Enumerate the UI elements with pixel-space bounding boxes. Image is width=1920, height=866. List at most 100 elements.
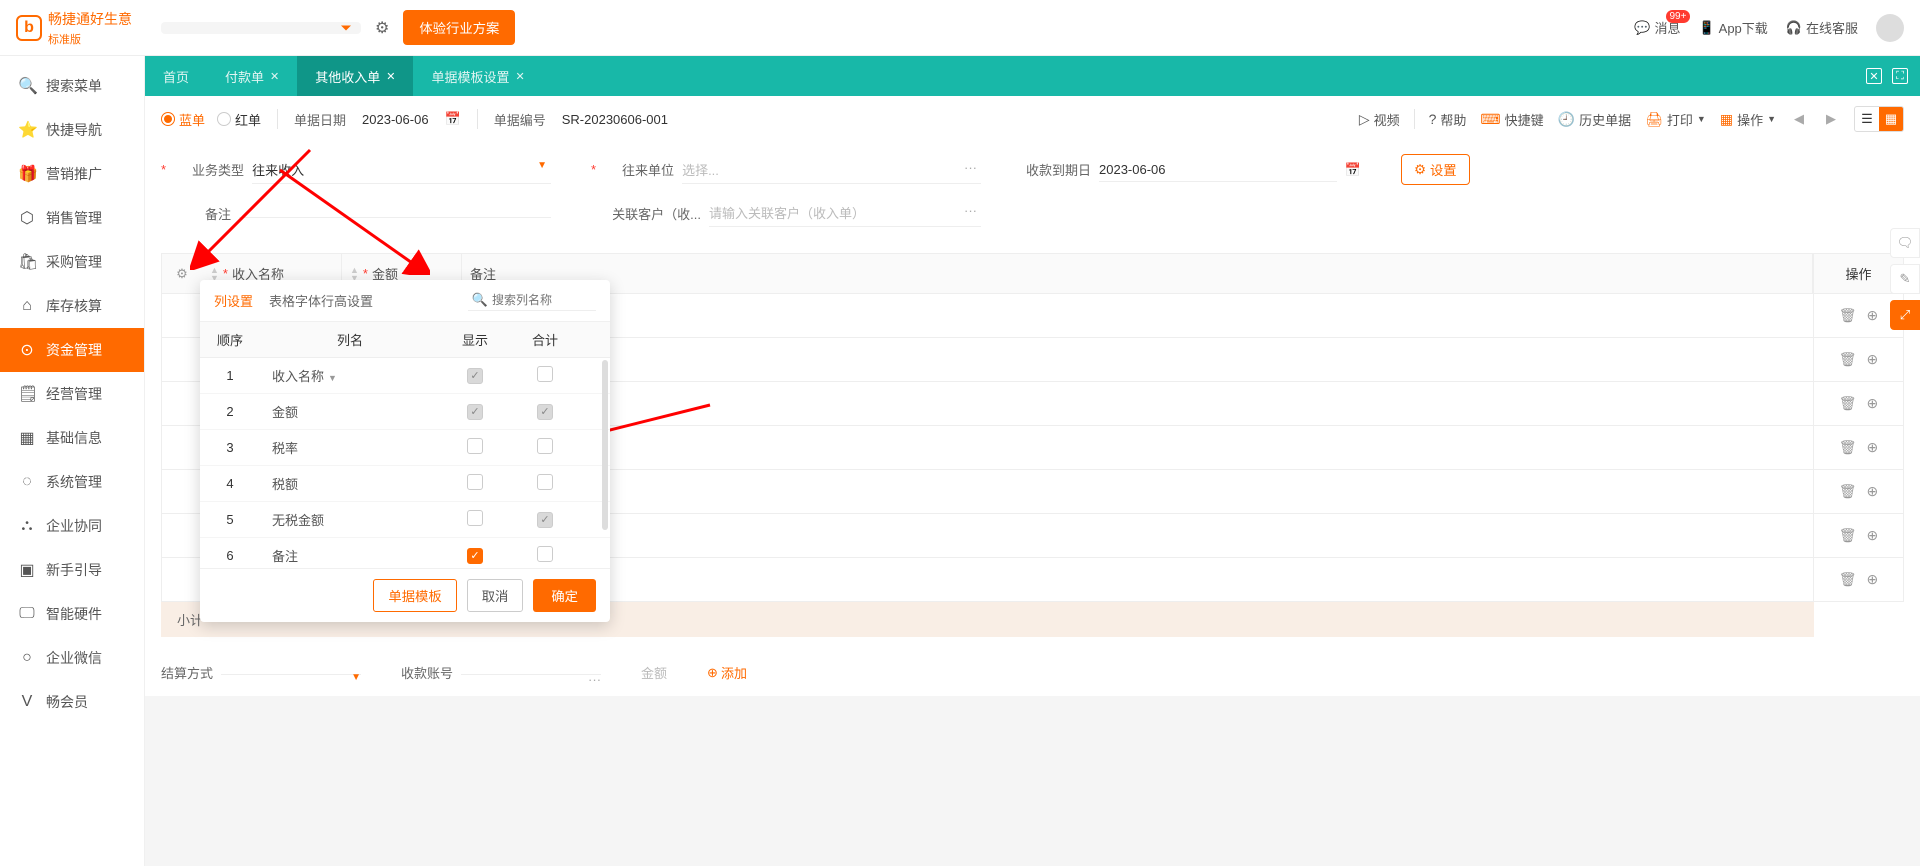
date-value: 2023-06-06 [362, 112, 429, 127]
checkbox[interactable] [537, 546, 553, 562]
tab[interactable]: 单据模板设置✕ [413, 56, 542, 96]
add-icon[interactable]: ⊕ [1867, 571, 1879, 588]
video-link[interactable]: ▷视频 [1359, 110, 1400, 129]
column-settings-gear-icon[interactable]: ⚙ [162, 254, 202, 293]
ops-row: 🗑⊕ [1814, 338, 1904, 382]
ops-row: 🗑⊕ [1814, 382, 1904, 426]
checkbox[interactable] [467, 438, 483, 454]
print-link[interactable]: 🖨打印▼ [1645, 110, 1706, 129]
checkbox[interactable] [467, 368, 483, 384]
biz-type-label: 业务类型 [174, 160, 244, 179]
rail-note-icon[interactable]: 🗨 [1890, 228, 1920, 258]
tab[interactable]: 付款单✕ [207, 56, 297, 96]
delete-icon[interactable]: 🗑 [1839, 483, 1857, 500]
tab[interactable]: 其他收入单✕ [297, 56, 413, 96]
store-selector[interactable] [161, 22, 361, 34]
close-icon[interactable]: ✕ [386, 70, 395, 83]
radio-red-order[interactable]: 红单 [217, 110, 261, 129]
messages-link[interactable]: 💬 消息 99+ [1634, 18, 1680, 37]
sidebar-item[interactable]: ⌂库存核算 [0, 284, 144, 328]
rail-edit-icon[interactable]: ✎ [1890, 264, 1920, 294]
sidebar-item[interactable]: ▣新手引导 [0, 548, 144, 592]
add-icon[interactable]: ⊕ [1867, 395, 1879, 412]
template-button[interactable]: 单据模板 [373, 579, 456, 612]
add-icon[interactable]: ⊕ [1867, 307, 1879, 324]
delete-icon[interactable]: 🗑 [1839, 395, 1857, 412]
checkbox[interactable] [467, 548, 483, 564]
view-list-icon[interactable]: ☰ [1855, 107, 1879, 131]
checkbox[interactable] [537, 404, 553, 420]
sidebar-item[interactable]: ▦基础信息 [0, 416, 144, 460]
sidebar-item[interactable]: 🖵智能硬件 [0, 592, 144, 636]
settle-select[interactable]: ▼ [221, 670, 361, 675]
add-icon[interactable]: ⊕ [1867, 483, 1879, 500]
add-icon[interactable]: ⊕ [1867, 351, 1879, 368]
sidebar-item[interactable]: ○企业微信 [0, 636, 144, 680]
add-row-button[interactable]: ⊕ 添加 [707, 663, 747, 682]
close-icon[interactable]: ✕ [270, 70, 279, 83]
delete-icon[interactable]: 🗑 [1839, 307, 1857, 324]
due-date-input[interactable]: 2023-06-06 [1099, 158, 1337, 182]
close-all-tabs-icon[interactable]: ✕ [1866, 68, 1882, 84]
popup-tab-columns[interactable]: 列设置 [214, 291, 253, 310]
checkbox[interactable] [467, 404, 483, 420]
next-record-icon[interactable]: ▶ [1822, 111, 1840, 127]
scrollbar[interactable] [602, 360, 608, 530]
column-row: 5 无税金额 [200, 502, 610, 538]
gear-icon[interactable]: ⚙ [375, 18, 389, 38]
customer-input[interactable]: 请输入关联客户（收入单）··· [709, 199, 981, 227]
rail-expand-icon[interactable]: ⤢ [1890, 300, 1920, 330]
history-link[interactable]: 🕘历史单据 [1558, 110, 1631, 129]
sidebar-item[interactable]: ◌系统管理 [0, 460, 144, 504]
tab[interactable]: 首页 [145, 56, 207, 96]
account-select[interactable]: ··· [461, 670, 601, 675]
popup-tab-font[interactable]: 表格字体行高设置 [269, 291, 373, 310]
sidebar-item[interactable]: V畅会员 [0, 680, 144, 724]
close-icon[interactable]: ✕ [516, 70, 525, 83]
sidebar-item[interactable]: ⬡销售管理 [0, 196, 144, 240]
sidebar-item[interactable]: ⊙资金管理 [0, 328, 144, 372]
help-link[interactable]: ?帮助 [1429, 110, 1467, 129]
biz-type-select[interactable]: 往来收入▼ [252, 156, 551, 184]
ops-row: 🗑⊕ [1814, 514, 1904, 558]
cancel-button[interactable]: 取消 [467, 579, 524, 612]
popup-search[interactable]: 🔍 [468, 290, 596, 311]
calendar-icon[interactable]: 📅 [445, 111, 461, 127]
radio-blue-order[interactable]: 蓝单 [161, 110, 205, 129]
sidebar-item[interactable]: ⛬企业协同 [0, 504, 144, 548]
add-icon[interactable]: ⊕ [1867, 439, 1879, 456]
calendar-icon[interactable]: 📅 [1345, 162, 1361, 178]
unit-select[interactable]: 选择...··· [682, 156, 981, 184]
fullscreen-icon[interactable]: ⛶ [1892, 68, 1908, 84]
view-card-icon[interactable]: ▦ [1879, 107, 1903, 131]
account-label: 收款账号 [401, 663, 453, 682]
checkbox[interactable] [537, 474, 553, 490]
sidebar-item[interactable]: ⭐快捷导航 [0, 108, 144, 152]
action-link[interactable]: ▦操作▼ [1720, 110, 1776, 129]
sidebar-item[interactable]: 🔍搜索菜单 [0, 64, 144, 108]
sidebar-item[interactable]: 🗒经营管理 [0, 372, 144, 416]
app-download-link[interactable]: 📱 App下载 [1698, 18, 1767, 37]
checkbox[interactable] [467, 474, 483, 490]
delete-icon[interactable]: 🗑 [1839, 571, 1857, 588]
shortcut-link[interactable]: ⌨快捷键 [1480, 110, 1543, 129]
remark-input[interactable] [239, 209, 551, 218]
delete-icon[interactable]: 🗑 [1839, 351, 1857, 368]
checkbox[interactable] [537, 512, 553, 528]
settings-button[interactable]: ⚙设置 [1401, 154, 1470, 185]
checkbox[interactable] [467, 510, 483, 526]
sidebar-item[interactable]: 🛍采购管理 [0, 240, 144, 284]
online-service-link[interactable]: 🎧 在线客服 [1786, 18, 1858, 37]
avatar[interactable] [1876, 14, 1904, 42]
sidebar-item[interactable]: 🎁营销推广 [0, 152, 144, 196]
delete-icon[interactable]: 🗑 [1839, 439, 1857, 456]
checkbox[interactable] [537, 438, 553, 454]
prev-record-icon[interactable]: ◀ [1790, 111, 1808, 127]
popup-search-input[interactable] [492, 293, 592, 307]
checkbox[interactable] [537, 366, 553, 382]
delete-icon[interactable]: 🗑 [1839, 527, 1857, 544]
col-remark[interactable]: 备注 [462, 254, 1813, 293]
add-icon[interactable]: ⊕ [1867, 527, 1879, 544]
ok-button[interactable]: 确定 [533, 579, 596, 612]
industry-plan-button[interactable]: 体验行业方案 [403, 10, 515, 45]
